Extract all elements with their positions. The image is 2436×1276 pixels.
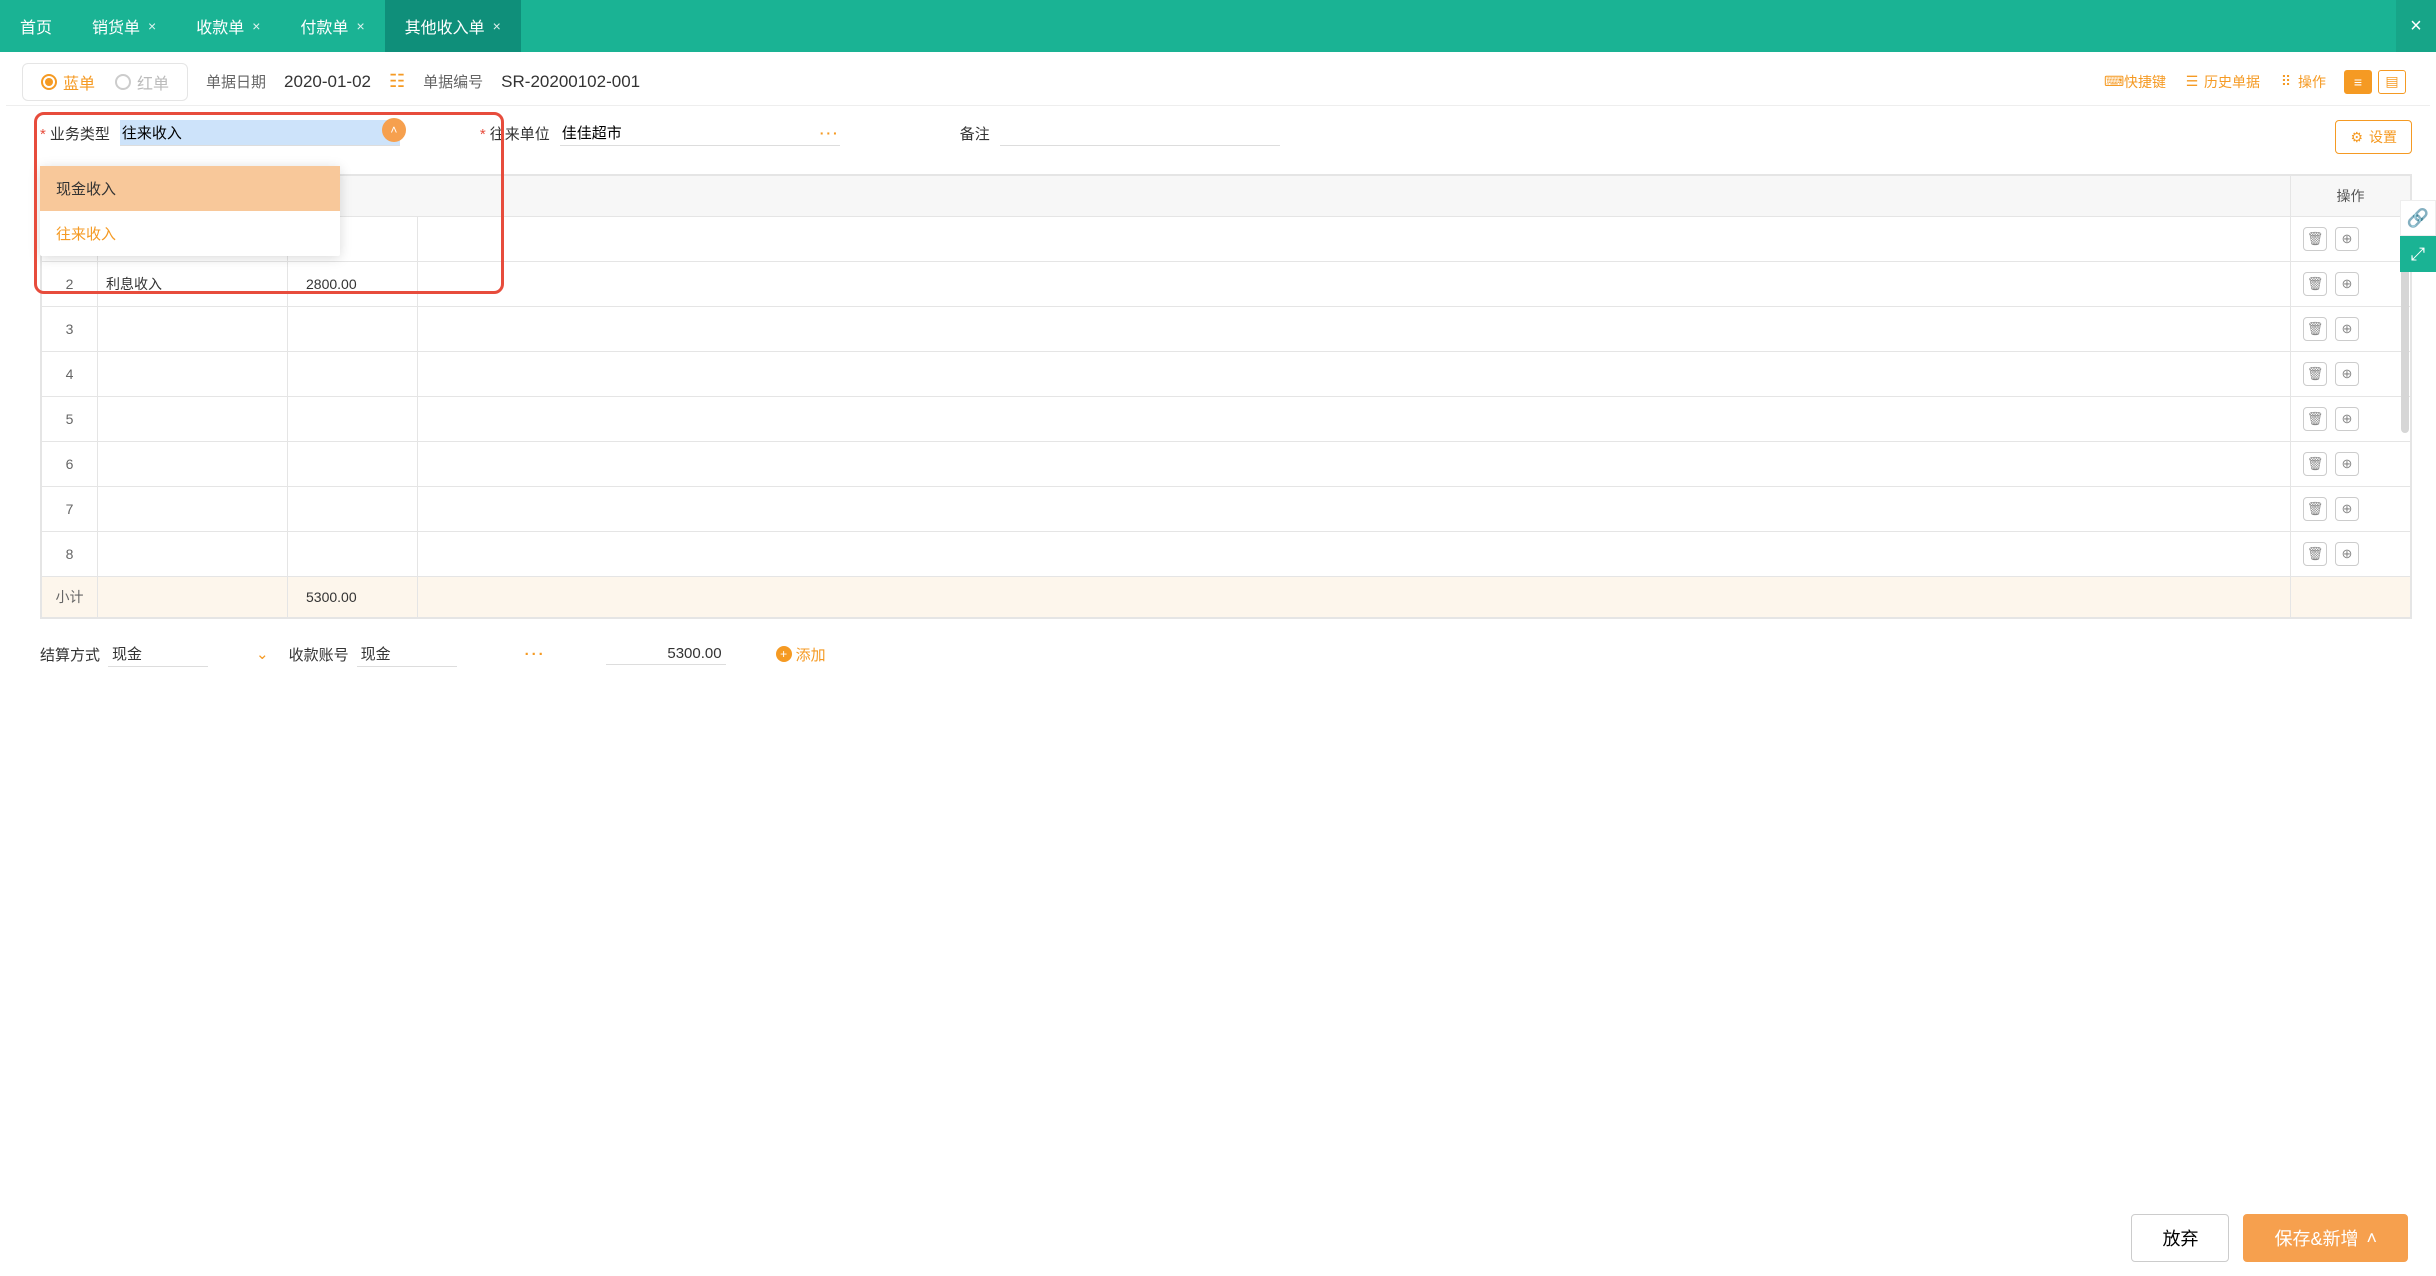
view-toggle: ≡ ▤ — [2344, 70, 2406, 94]
doc-no-value: SR-20200102-001 — [501, 72, 640, 92]
expand-icon[interactable]: ⤢ — [2400, 236, 2436, 272]
table-body: 1包装物🗑⊕ 2利息收入2800.00🗑⊕ 3🗑⊕ 4🗑⊕ 5🗑⊕ 6🗑⊕ 7🗑… — [42, 217, 2411, 618]
tab-receipt[interactable]: 收款单× — [176, 0, 280, 52]
income-table: ⚙ *收入 注 操作 1包装物🗑⊕ 2利息收入2800.00🗑⊕ 3🗑⊕ 4🗑⊕… — [40, 174, 2412, 619]
doc-color-radio-group: 蓝单 红单 — [22, 63, 188, 101]
add-row-icon[interactable]: ⊕ — [2335, 407, 2359, 431]
table-row[interactable]: 1包装物🗑⊕ — [42, 217, 2411, 262]
biz-type-label: *业务类型 — [40, 123, 110, 144]
note-label: 备注 — [960, 123, 990, 144]
add-row-icon[interactable]: ⊕ — [2335, 497, 2359, 521]
delete-icon[interactable]: 🗑 — [2303, 362, 2327, 386]
close-icon[interactable]: × — [252, 18, 260, 34]
save-add-button[interactable]: 保存&新增˄ — [2243, 1214, 2408, 1262]
chevron-up-icon: ˄ — [2366, 1228, 2377, 1249]
settings-button[interactable]: ⚙设置 — [2335, 120, 2412, 154]
close-icon[interactable]: × — [493, 18, 501, 34]
close-icon[interactable]: × — [148, 18, 156, 34]
date-value[interactable]: 2020-01-02 — [284, 72, 371, 92]
keyboard-icon: ⌨ — [2104, 73, 2120, 90]
close-icon[interactable]: × — [356, 18, 364, 34]
biz-type-option-cash[interactable]: 现金收入 — [40, 166, 340, 211]
delete-icon[interactable]: 🗑 — [2303, 317, 2327, 341]
red-doc-radio[interactable]: 红单 — [115, 70, 169, 94]
table-row[interactable]: 8🗑⊕ — [42, 532, 2411, 577]
cancel-button[interactable]: 放弃 — [2131, 1214, 2229, 1262]
add-row-icon[interactable]: ⊕ — [2335, 452, 2359, 476]
add-row-icon[interactable]: ⊕ — [2335, 317, 2359, 341]
table-row[interactable]: 2利息收入2800.00🗑⊕ — [42, 262, 2411, 307]
more-icon[interactable]: ··· — [525, 646, 546, 663]
tab-payment[interactable]: 付款单× — [280, 0, 384, 52]
pay-account-field: 收款账号 现金 ··· — [289, 641, 546, 667]
note-field: 备注 — [960, 120, 1280, 146]
pay-account-value[interactable]: 现金 — [357, 641, 457, 667]
table-row[interactable]: 6🗑⊕ — [42, 442, 2411, 487]
secondary-toolbar: 蓝单 红单 单据日期 2020-01-02 ☷ 单据编号 SR-20200102… — [6, 58, 2430, 106]
biz-type-input[interactable] — [120, 120, 400, 146]
subtotal-row: 小计5300.00 — [42, 577, 2411, 618]
ops-link[interactable]: ⠿操作 — [2278, 72, 2326, 92]
link-icon[interactable]: 🔗 — [2400, 200, 2436, 236]
unit-label: *往来单位 — [480, 123, 550, 144]
col-ops: 操作 — [2291, 176, 2411, 217]
delete-icon[interactable]: 🗑 — [2303, 272, 2327, 296]
side-buttons: 🔗 ⤢ — [2400, 200, 2436, 272]
add-row-icon[interactable]: ⊕ — [2335, 227, 2359, 251]
shortcut-link[interactable]: ⌨快捷键 — [2104, 72, 2166, 92]
view-list-button[interactable]: ≡ — [2344, 70, 2372, 94]
delete-icon[interactable]: 🗑 — [2303, 452, 2327, 476]
blue-doc-radio[interactable]: 蓝单 — [41, 70, 95, 94]
pay-method-field: 结算方式 现金 ⌄ — [40, 641, 269, 667]
unit-field: *往来单位 ··· — [480, 120, 840, 146]
footer-actions: 放弃 保存&新增˄ — [2103, 1200, 2436, 1276]
col-note: 注 — [288, 176, 2291, 217]
gear-icon: ⚙ — [2350, 129, 2363, 146]
more-icon[interactable]: ··· — [820, 125, 840, 141]
tab-home[interactable]: 首页 — [0, 0, 72, 52]
tab-other-income[interactable]: 其他收入单× — [385, 0, 521, 52]
history-icon: ☰ — [2184, 73, 2200, 90]
add-row-icon[interactable]: ⊕ — [2335, 542, 2359, 566]
table-row[interactable]: 7🗑⊕ — [42, 487, 2411, 532]
calendar-icon[interactable]: ☷ — [389, 71, 405, 92]
grid-icon: ⠿ — [2278, 73, 2294, 90]
plus-icon: + — [776, 646, 792, 662]
unit-input[interactable] — [560, 120, 840, 146]
form-row: *业务类型 ˄ 现金收入 往来收入 *往来单位 ··· 备注 ⚙设置 — [0, 106, 2436, 154]
doc-no-label: 单据编号 — [423, 71, 483, 92]
delete-icon[interactable]: 🗑 — [2303, 497, 2327, 521]
add-payment-button[interactable]: +添加 — [776, 644, 826, 665]
radio-unchecked-icon — [115, 74, 131, 90]
table-row[interactable]: 4🗑⊕ — [42, 352, 2411, 397]
top-tab-bar: 首页 销货单× 收款单× 付款单× 其他收入单× × — [0, 0, 2436, 52]
history-link[interactable]: ☰历史单据 — [2184, 72, 2260, 92]
add-row-icon[interactable]: ⊕ — [2335, 362, 2359, 386]
table-row[interactable]: 5🗑⊕ — [42, 397, 2411, 442]
delete-icon[interactable]: 🗑 — [2303, 542, 2327, 566]
delete-icon[interactable]: 🗑 — [2303, 407, 2327, 431]
biz-type-dropdown: 现金收入 往来收入 — [40, 166, 340, 256]
note-input[interactable] — [1000, 120, 1280, 146]
radio-checked-icon — [41, 74, 57, 90]
payment-row: 结算方式 现金 ⌄ 收款账号 现金 ··· 5300.00 +添加 — [0, 619, 2436, 689]
biz-type-option-credit[interactable]: 往来收入 — [40, 211, 340, 256]
view-detail-button[interactable]: ▤ — [2378, 70, 2406, 94]
biz-type-field: *业务类型 ˄ 现金收入 往来收入 — [40, 120, 400, 146]
chevron-down-icon[interactable]: ⌄ — [256, 645, 269, 663]
close-panel-button[interactable]: × — [2396, 0, 2436, 52]
pay-method-label: 结算方式 — [40, 644, 100, 665]
pay-account-label: 收款账号 — [289, 644, 349, 665]
pay-amount[interactable]: 5300.00 — [606, 643, 726, 665]
date-label: 单据日期 — [206, 71, 266, 92]
chevron-up-icon[interactable]: ˄ — [382, 118, 406, 142]
table-row[interactable]: 3🗑⊕ — [42, 307, 2411, 352]
delete-icon[interactable]: 🗑 — [2303, 227, 2327, 251]
tab-sales[interactable]: 销货单× — [72, 0, 176, 52]
add-row-icon[interactable]: ⊕ — [2335, 272, 2359, 296]
pay-method-value[interactable]: 现金 — [108, 641, 208, 667]
